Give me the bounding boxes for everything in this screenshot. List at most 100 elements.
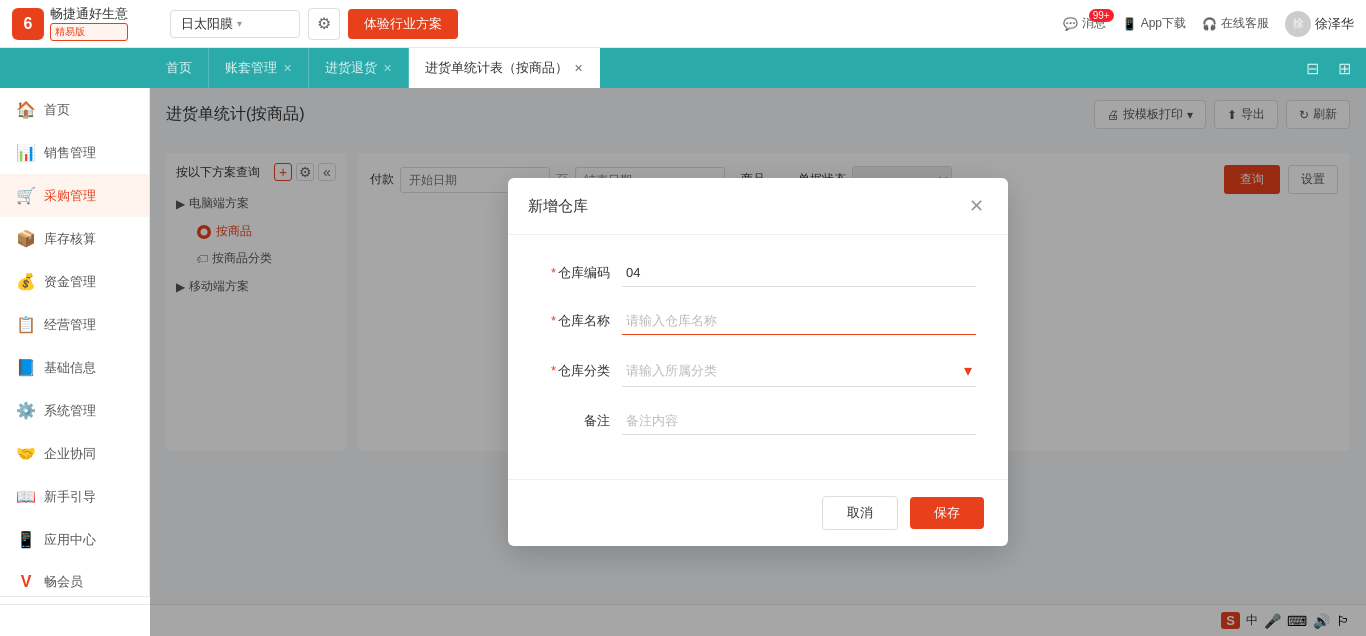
message-badge: 99+	[1089, 9, 1114, 22]
code-required-mark: *	[551, 265, 556, 280]
category-label: *仓库分类	[540, 362, 610, 380]
purchase-icon: 🛒	[16, 186, 36, 205]
topbar-right: 💬 消息 99+ 📱 App下载 🎧 在线客服 徐 徐泽华	[1063, 11, 1354, 37]
logo-icon: 6	[12, 8, 44, 40]
sidebar-item-finance-label: 资金管理	[44, 273, 96, 291]
category-arrow-icon: ▾	[964, 361, 972, 380]
sidebar-item-system-label: 系统管理	[44, 402, 96, 420]
sidebar-item-inventory-label: 库存核算	[44, 230, 96, 248]
avatar: 徐	[1285, 11, 1311, 37]
code-label: *仓库编码	[540, 264, 610, 282]
sidebar-item-basic[interactable]: 📘 基础信息	[0, 346, 149, 389]
dialog-body: *仓库编码 *仓库名称 *仓库分类	[508, 235, 1008, 479]
sidebar-item-operation-label: 经营管理	[44, 316, 96, 334]
tab-stat[interactable]: 进货单统计表（按商品） ✕	[409, 48, 600, 88]
sidebar-item-finance[interactable]: 💰 资金管理	[0, 260, 149, 303]
tabbar-actions: ⊟ ⊞	[1298, 48, 1366, 88]
topbar: 6 畅捷通好生意 精易版 日太阳膜 ▾ ⚙ 体验行业方案 💬 消息 99+ 📱 …	[0, 0, 1366, 48]
category-select-wrap[interactable]: 请输入所属分类 ▾	[622, 355, 976, 387]
sidebar-item-guide-label: 新手引导	[44, 488, 96, 506]
tab-home-label: 首页	[166, 59, 192, 77]
tab-account-label: 账套管理	[225, 59, 277, 77]
brand-badge: 精易版	[50, 23, 128, 41]
store-selector[interactable]: 日太阳膜 ▾	[170, 10, 300, 38]
collab-icon: 🤝	[16, 444, 36, 463]
headset-icon: 🎧	[1202, 17, 1217, 31]
user-name: 徐泽华	[1315, 15, 1354, 33]
message-button[interactable]: 💬 消息 99+	[1063, 15, 1106, 32]
app-download-button[interactable]: 📱 App下载	[1122, 15, 1186, 32]
sidebar-item-system[interactable]: ⚙️ 系统管理	[0, 389, 149, 432]
tab-home[interactable]: 首页	[150, 48, 209, 88]
tabbar: 首页 账套管理 ✕ 进货退货 ✕ 进货单统计表（按商品） ✕ ⊟ ⊞	[0, 48, 1366, 88]
appstore-icon: 📱	[16, 530, 36, 549]
store-name: 日太阳膜	[181, 15, 233, 33]
tab-account[interactable]: 账套管理 ✕	[209, 48, 309, 88]
category-required-mark: *	[551, 363, 556, 378]
code-input[interactable]	[622, 259, 976, 287]
sidebar-item-sales-label: 销售管理	[44, 144, 96, 162]
chat-label: 在线客服	[1221, 15, 1269, 32]
sidebar-item-vip-label: 畅会员	[44, 573, 83, 591]
finance-icon: 💰	[16, 272, 36, 291]
dialog-header: 新增仓库 ✕	[508, 178, 1008, 235]
sidebar-item-basic-label: 基础信息	[44, 359, 96, 377]
guide-icon: 📖	[16, 487, 36, 506]
sidebar-item-operation[interactable]: 📋 经营管理	[0, 303, 149, 346]
content-area: 进货单统计(按商品) 🖨 按模板打印 ▾ ⬆ 导出 ↻ 刷新	[150, 88, 1366, 636]
app-label: App下载	[1141, 15, 1186, 32]
sidebar-item-appstore-label: 应用中心	[44, 531, 96, 549]
tab-prev-button[interactable]: ⊟	[1298, 54, 1326, 82]
dialog-footer: 取消 保存	[508, 479, 1008, 546]
chevron-down-icon: ▾	[237, 18, 242, 29]
form-row-remark: 备注	[540, 407, 976, 435]
tab-maximize-button[interactable]: ⊞	[1330, 54, 1358, 82]
remark-label: 备注	[540, 412, 610, 430]
sidebar-item-collab-label: 企业协同	[44, 445, 96, 463]
chat-button[interactable]: 🎧 在线客服	[1202, 15, 1269, 32]
save-button[interactable]: 保存	[910, 497, 984, 529]
sidebar-item-purchase-label: 采购管理	[44, 187, 96, 205]
main-layout: 🏠 首页 📊 销售管理 🛒 采购管理 📦 库存核算 💰 资金管理 📋 经营管理 …	[0, 88, 1366, 636]
home-icon: 🏠	[16, 100, 36, 119]
trial-button[interactable]: 体验行业方案	[348, 9, 458, 39]
form-row-name: *仓库名称	[540, 307, 976, 335]
vip-icon: V	[16, 573, 36, 591]
sidebar-item-home[interactable]: 🏠 首页	[0, 88, 149, 131]
system-icon: ⚙️	[16, 401, 36, 420]
message-icon: 💬	[1063, 17, 1078, 31]
tab-purchase-return-label: 进货退货	[325, 59, 377, 77]
dialog-title: 新增仓库	[528, 197, 588, 216]
user-area[interactable]: 徐 徐泽华	[1285, 11, 1354, 37]
dialog-close-button[interactable]: ✕	[964, 194, 988, 218]
sidebar-item-purchase[interactable]: 🛒 采购管理	[0, 174, 149, 217]
remark-input[interactable]	[622, 407, 976, 435]
tab-purchase-return-close[interactable]: ✕	[383, 62, 392, 75]
sidebar-item-collab[interactable]: 🤝 企业协同	[0, 432, 149, 475]
logo-area: 6 畅捷通好生意 精易版	[12, 6, 162, 42]
sidebar-item-home-label: 首页	[44, 101, 70, 119]
settings-button[interactable]: ⚙	[308, 8, 340, 40]
sidebar-item-inventory[interactable]: 📦 库存核算	[0, 217, 149, 260]
new-warehouse-dialog: 新增仓库 ✕ *仓库编码 *仓库名称	[508, 178, 1008, 546]
app-icon: 📱	[1122, 17, 1137, 31]
tab-purchase-return[interactable]: 进货退货 ✕	[309, 48, 409, 88]
category-placeholder: 请输入所属分类	[626, 362, 964, 380]
brand-name: 畅捷通好生意	[50, 6, 128, 22]
name-input[interactable]	[622, 307, 976, 335]
cancel-button[interactable]: 取消	[822, 496, 898, 530]
tab-account-close[interactable]: ✕	[283, 62, 292, 75]
sales-icon: 📊	[16, 143, 36, 162]
sidebar-item-appstore[interactable]: 📱 应用中心	[0, 518, 149, 561]
name-required-mark: *	[551, 313, 556, 328]
tab-stat-close[interactable]: ✕	[574, 62, 583, 75]
sidebar-item-sales[interactable]: 📊 销售管理	[0, 131, 149, 174]
tab-stat-label: 进货单统计表（按商品）	[425, 59, 568, 77]
basic-icon: 📘	[16, 358, 36, 377]
operation-icon: 📋	[16, 315, 36, 334]
sidebar-item-guide[interactable]: 📖 新手引导	[0, 475, 149, 518]
name-label: *仓库名称	[540, 312, 610, 330]
inventory-icon: 📦	[16, 229, 36, 248]
form-row-code: *仓库编码	[540, 259, 976, 287]
form-row-category: *仓库分类 请输入所属分类 ▾	[540, 355, 976, 387]
